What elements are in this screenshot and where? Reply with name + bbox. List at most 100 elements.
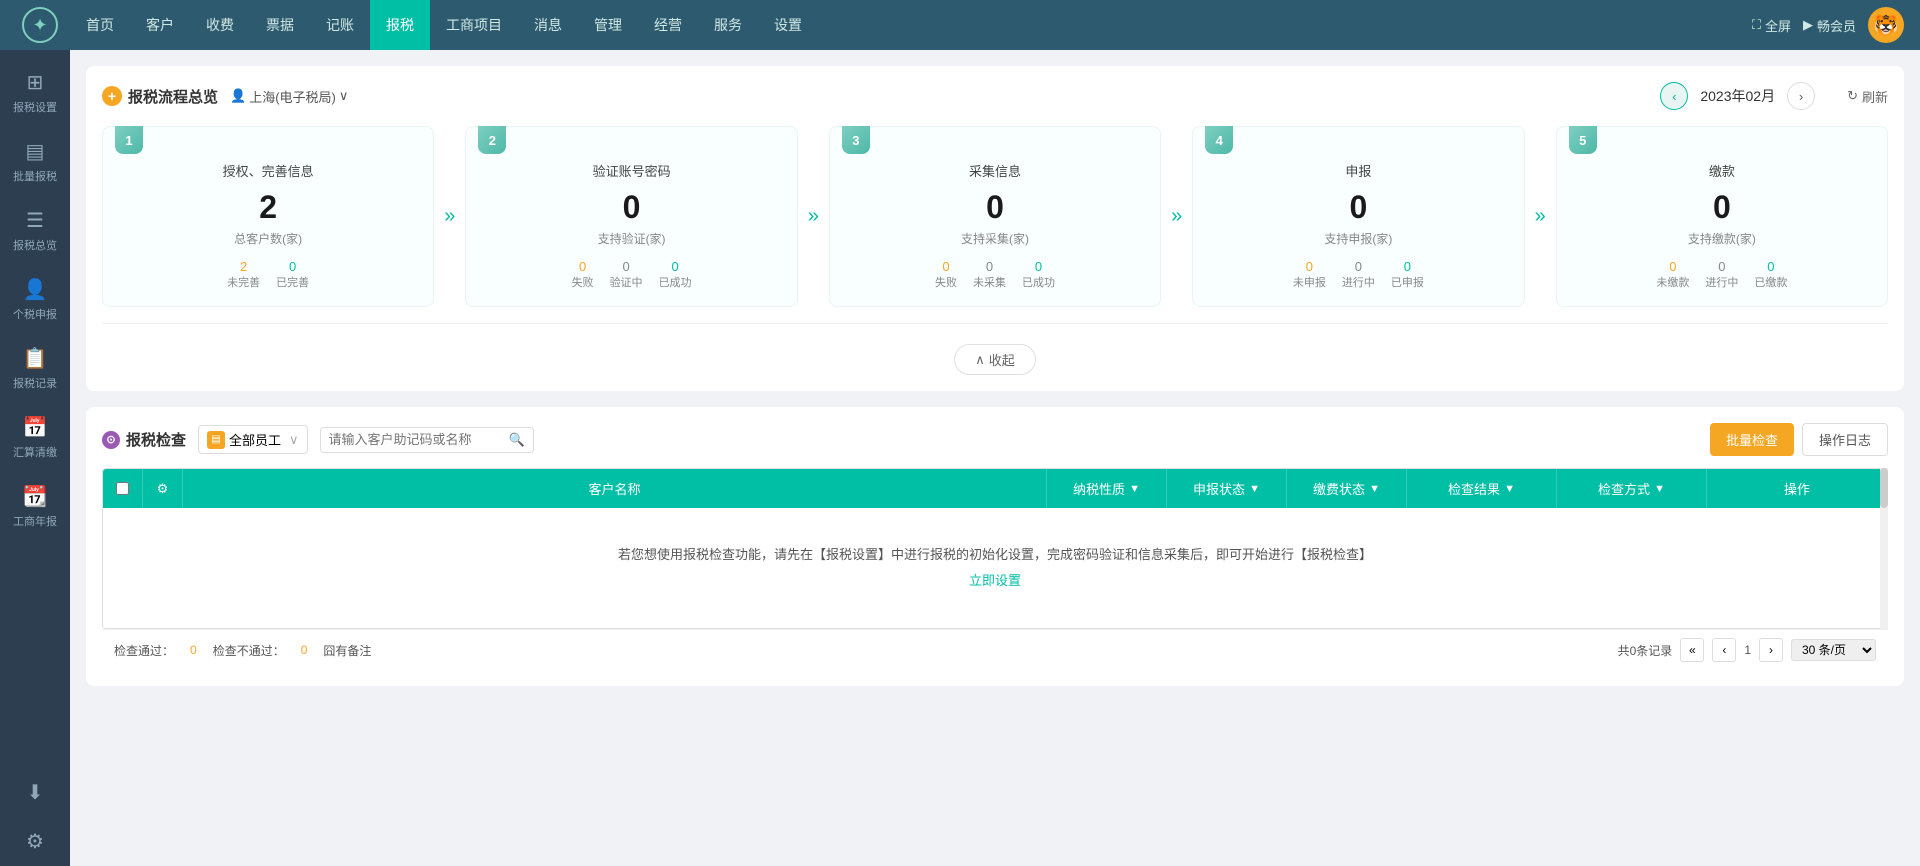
th-declare-status[interactable]: 申报状态 ▼ [1167, 469, 1287, 508]
staff-selector[interactable]: ▤ 全部员工 ∨ [198, 425, 308, 454]
step-1-number: 1 [115, 126, 143, 154]
nav-business[interactable]: 工商项目 [430, 0, 518, 50]
nav-message[interactable]: 消息 [518, 0, 578, 50]
step4-pending-val: 0 [1342, 259, 1375, 274]
step-4-card: 4 申报 0 支持申报(家) 0 未申报 0 进行中 0 已申报 [1192, 126, 1524, 307]
step-5-card: 5 缴款 0 支持缴款(家) 0 未缴款 0 进行中 0 已缴款 [1556, 126, 1888, 307]
sidebar: ⊞ 报税设置 ▤ 批量报税 ☰ 报税总览 👤 个税申报 📋 报税记录 📅 汇算清… [0, 50, 70, 866]
first-page-btn[interactable]: « [1680, 638, 1704, 662]
check-header: ⊙ 报税检查 ▤ 全部员工 ∨ 🔍 批量检查 操作日志 [102, 423, 1888, 456]
table-header: ⚙ 客户名称 纳税性质 ▼ 申报状态 ▼ 缴费状态 ▼ [103, 469, 1887, 508]
sidebar-item-tax-settings[interactable]: ⊞ 报税设置 [0, 58, 70, 127]
step-3-card: 3 采集信息 0 支持采集(家) 0 失败 0 未采集 0 已成功 [829, 126, 1161, 307]
check-title: ⊙ 报税检查 [102, 429, 186, 450]
top-navigation: ✦ 首页 客户 收费 票据 记账 报税 工商项目 消息 管理 经营 服务 设置 … [0, 0, 1920, 50]
sidebar-item-annual-settlement[interactable]: 📅 汇算清缴 [0, 403, 70, 472]
flow-overview-card: + 报税流程总览 👤 上海(电子税局) ∨ ‹ 2023年02月 › ↻ 刷新 … [86, 66, 1904, 391]
location-dropdown-icon: ∨ [339, 88, 349, 104]
th-payment-status[interactable]: 缴费状态 ▼ [1287, 469, 1407, 508]
step-4-count: 0 [1209, 188, 1507, 226]
annual-settlement-icon: 📅 [23, 415, 48, 440]
check-table: ⚙ 客户名称 纳税性质 ▼ 申报状态 ▼ 缴费状态 ▼ [102, 468, 1888, 629]
arrow-1: » [442, 126, 457, 307]
scrollbar-thumb[interactable] [1880, 468, 1888, 508]
fullscreen-btn[interactable]: ⛶ 全屏 [1752, 16, 1791, 35]
setup-link[interactable]: 立即设置 [969, 568, 1021, 594]
step-5-number: 5 [1569, 126, 1597, 154]
check-icon: ⊙ [102, 431, 120, 449]
sidebar-item-annual-report[interactable]: 📆 工商年报 [0, 472, 70, 541]
nav-manage[interactable]: 管理 [578, 0, 638, 50]
sidebar-item-batch-tax[interactable]: ▤ 批量报税 [0, 127, 70, 196]
arrow-3: » [1169, 126, 1184, 307]
nav-service[interactable]: 服务 [698, 0, 758, 50]
refresh-icon: ↻ [1847, 88, 1858, 104]
select-all-checkbox[interactable] [116, 482, 129, 495]
step1-fail-val: 2 [227, 259, 260, 274]
per-page-select[interactable]: 30 条/页 50 条/页 100 条/页 [1791, 639, 1876, 661]
date-navigation: ‹ 2023年02月 › [1660, 82, 1815, 110]
table-container: ⚙ 客户名称 纳税性质 ▼ 申报状态 ▼ 缴费状态 ▼ [102, 468, 1888, 629]
step-2-number: 2 [478, 126, 506, 154]
step3-fail-lbl: 失败 [935, 274, 957, 290]
prev-month-btn[interactable]: ‹ [1660, 82, 1688, 110]
th-check-method[interactable]: 检查方式 ▼ [1557, 469, 1707, 508]
next-month-btn[interactable]: › [1787, 82, 1815, 110]
sidebar-item-personal-tax[interactable]: 👤 个税申报 [0, 265, 70, 334]
nav-ticket[interactable]: 票据 [250, 0, 310, 50]
th-checkbox[interactable] [103, 469, 143, 508]
nav-client[interactable]: 客户 [130, 0, 190, 50]
staff-dropdown-icon: ∨ [289, 432, 299, 448]
table-scrollbar[interactable] [1880, 468, 1888, 629]
step5-success-lbl: 已缴款 [1754, 274, 1787, 290]
th-check-result[interactable]: 检查结果 ▼ [1407, 469, 1557, 508]
user-avatar[interactable]: 🐯 [1868, 7, 1904, 43]
step-2-subtitle: 支持验证(家) [482, 230, 780, 247]
nav-operation[interactable]: 经营 [638, 0, 698, 50]
step-1-count: 2 [119, 188, 417, 226]
top-right-actions: ⛶ 全屏 ▶ 畅会员 🐯 [1752, 7, 1920, 43]
annual-report-icon: 📆 [23, 484, 48, 509]
step-1-subtitle: 总客户数(家) [119, 230, 417, 247]
pass-label: 检查通过： [114, 642, 174, 659]
sidebar-gear[interactable]: ⚙ [0, 817, 70, 866]
refresh-button[interactable]: ↻ 刷新 [1847, 87, 1888, 106]
nav-settings[interactable]: 设置 [758, 0, 818, 50]
next-page-btn[interactable]: › [1759, 638, 1783, 662]
search-input[interactable] [329, 432, 509, 447]
nav-accounting[interactable]: 记账 [310, 0, 370, 50]
flow-header: + 报税流程总览 👤 上海(电子税局) ∨ ‹ 2023年02月 › ↻ 刷新 [102, 82, 1888, 110]
sidebar-item-tax-record[interactable]: 📋 报税记录 [0, 334, 70, 403]
arrow-4: » [1533, 126, 1548, 307]
search-icon[interactable]: 🔍 [509, 432, 525, 448]
nav-fee[interactable]: 收费 [190, 0, 250, 50]
step-4-title: 申报 [1209, 161, 1507, 180]
table-footer: 检查通过： 0 检查不通过： 0 囧有备注 共0条记录 « ‹ 1 › 30 条… [102, 629, 1888, 670]
action-buttons: 批量检查 操作日志 [1710, 423, 1888, 456]
sidebar-item-tax-overview[interactable]: ☰ 报税总览 [0, 196, 70, 265]
step2-success-lbl: 已成功 [659, 274, 692, 290]
step-3-subtitle: 支持采集(家) [846, 230, 1144, 247]
step2-pending-val: 0 [610, 259, 643, 274]
vip-btn[interactable]: ▶ 畅会员 [1803, 16, 1856, 35]
step2-fail-val: 0 [572, 259, 594, 274]
step-2-count: 0 [482, 188, 780, 226]
step-1-stats: 2 未完善 0 已完善 [119, 259, 417, 290]
batch-check-button[interactable]: 批量检查 [1710, 423, 1794, 456]
th-settings[interactable]: ⚙ [143, 469, 183, 508]
fail-count[interactable]: 0 [301, 643, 308, 657]
operation-log-button[interactable]: 操作日志 [1802, 423, 1888, 456]
nav-home[interactable]: 首页 [70, 0, 130, 50]
main-content: + 报税流程总览 👤 上海(电子税局) ∨ ‹ 2023年02月 › ↻ 刷新 … [70, 50, 1920, 866]
pass-count[interactable]: 0 [190, 643, 197, 657]
collapse-button[interactable]: ∧ 收起 [954, 344, 1036, 375]
prev-page-btn[interactable]: ‹ [1712, 638, 1736, 662]
th-tax-nature[interactable]: 纳税性质 ▼ [1047, 469, 1167, 508]
table-body-empty: 若您想使用报税检查功能，请先在【报税设置】中进行报税的初始化设置，完成密码验证和… [103, 508, 1887, 628]
sidebar-download[interactable]: ⬇ [0, 768, 70, 817]
nav-tax[interactable]: 报税 [370, 0, 430, 50]
empty-message: 若您想使用报税检查功能，请先在【报税设置】中进行报税的初始化设置，完成密码验证和… [618, 542, 1372, 568]
step5-success-val: 0 [1754, 259, 1787, 274]
step5-fail-val: 0 [1656, 259, 1689, 274]
location-selector[interactable]: 👤 上海(电子税局) ∨ [230, 87, 348, 106]
